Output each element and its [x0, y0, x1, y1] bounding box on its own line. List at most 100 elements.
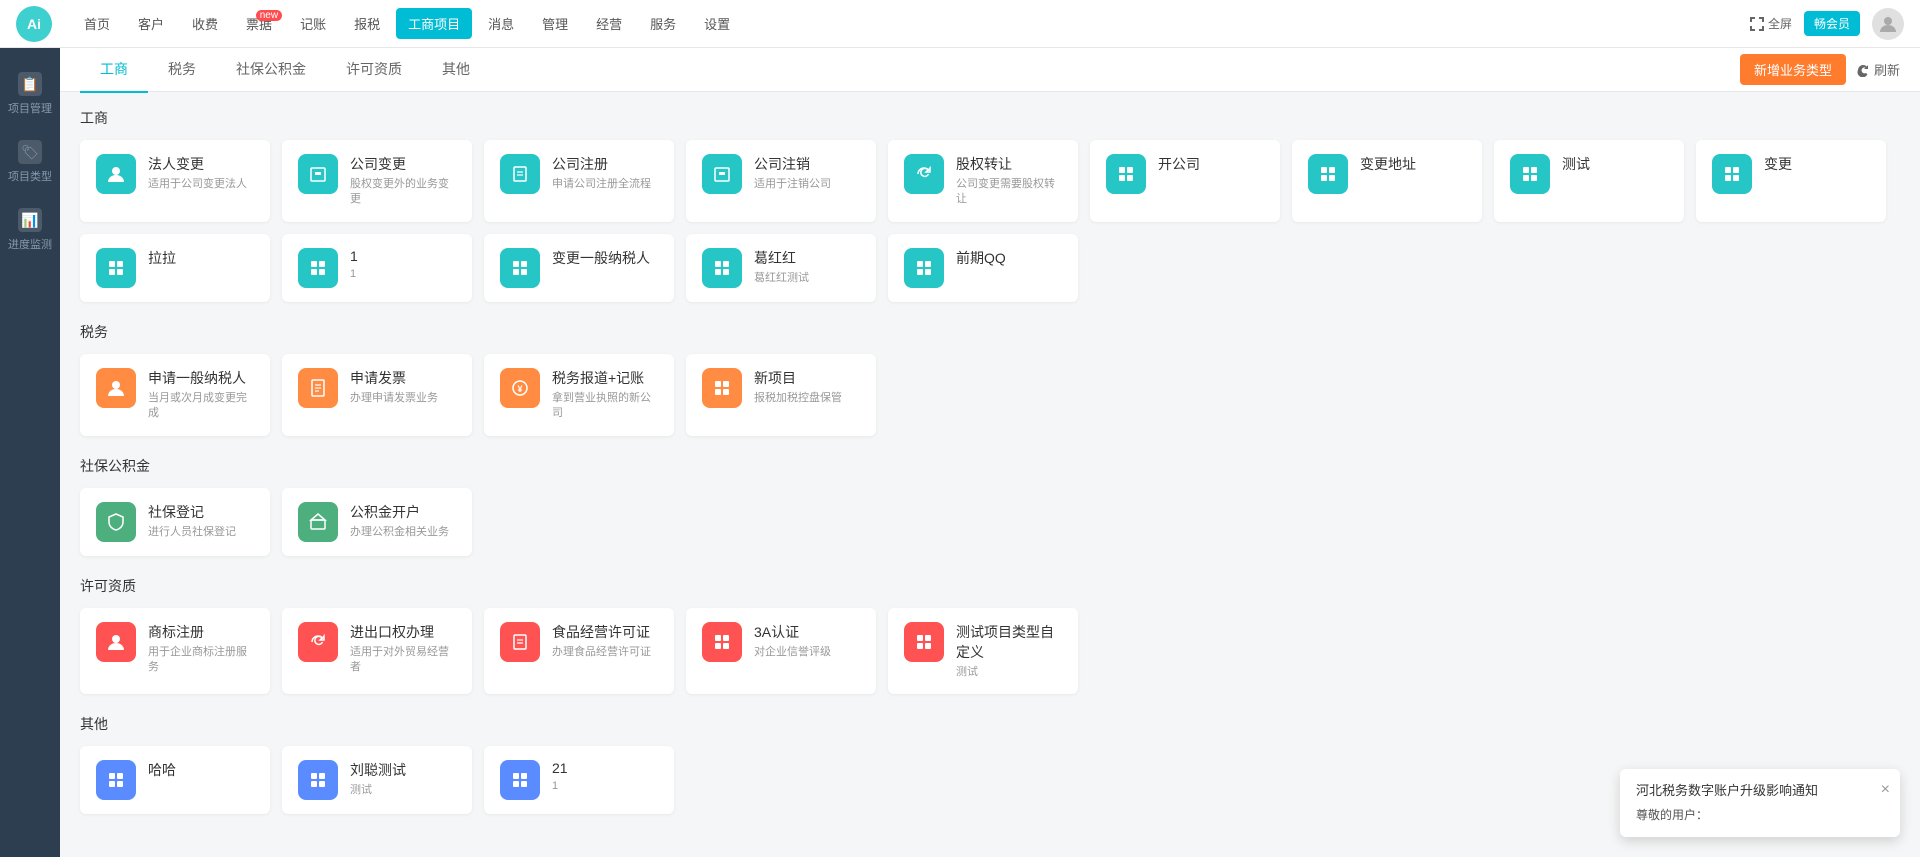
nav-item-票据[interactable]: 票据new [234, 8, 284, 39]
tab-其他[interactable]: 其他 [422, 47, 490, 93]
card-icon-食品经营许可证 [500, 622, 540, 662]
card-text-前期QQ: 前期QQ [956, 248, 1006, 268]
nav-item-服务[interactable]: 服务 [638, 8, 688, 39]
business-card-变更地址[interactable]: 变更地址 [1292, 140, 1482, 222]
business-card-21[interactable]: 21 1 [484, 746, 674, 814]
section-title-税务: 税务 [80, 322, 1900, 342]
card-name-公司注销: 公司注销 [754, 154, 831, 174]
card-text-变更地址: 变更地址 [1360, 154, 1416, 174]
card-icon-变更一般纳税人 [500, 248, 540, 288]
business-card-测试项目类型自定义[interactable]: 测试项目类型自定义 测试 [888, 608, 1078, 694]
logo-text: Ai [27, 16, 41, 32]
card-desc-税务报道+记账: 拿到营业执照的新公司 [552, 391, 658, 422]
tab-税务[interactable]: 税务 [148, 47, 216, 93]
card-text-哈哈: 哈哈 [148, 760, 176, 780]
nav-item-首页[interactable]: 首页 [72, 8, 122, 39]
card-name-测试项目类型自定义: 测试项目类型自定义 [956, 622, 1062, 662]
card-name-测试: 测试 [1562, 154, 1590, 174]
card-icon-哈哈 [96, 760, 136, 800]
refresh-button[interactable]: 刷新 [1856, 60, 1900, 79]
nav-item-收费[interactable]: 收费 [180, 8, 230, 39]
card-name-公司注册: 公司注册 [552, 154, 651, 174]
business-card-商标注册[interactable]: 商标注册 用于企业商标注册服务 [80, 608, 270, 694]
business-card-社保登记[interactable]: 社保登记 进行人员社保登记 [80, 488, 270, 556]
card-name-开公司: 开公司 [1158, 154, 1200, 174]
card-text-食品经营许可证: 食品经营许可证 办理食品经营许可证 [552, 622, 651, 660]
fullscreen-btn[interactable]: 全屏 [1750, 15, 1792, 32]
nav-badge-票据: new [256, 10, 282, 21]
business-card-进出口权办理[interactable]: 进出口权办理 适用于对外贸易经营者 [282, 608, 472, 694]
sidebar-label-1: 项目类型 [8, 168, 52, 184]
card-icon-公积金开户 [298, 502, 338, 542]
business-card-公司变更[interactable]: 公司变更 股权变更外的业务变更 [282, 140, 472, 222]
business-card-法人变更[interactable]: 法人变更 适用于公司变更法人 [80, 140, 270, 222]
card-desc-葛红红: 葛红红测试 [754, 271, 809, 286]
business-card-测试[interactable]: 测试 [1494, 140, 1684, 222]
business-card-申请发票[interactable]: 申请发票 办理申请发票业务 [282, 354, 472, 436]
card-name-刘聪测试: 刘聪测试 [350, 760, 406, 780]
card-desc-1: 1 [350, 267, 358, 282]
card-desc-股权转让: 公司变更需要股权转让 [956, 177, 1062, 208]
business-card-开公司[interactable]: 开公司 [1090, 140, 1280, 222]
card-grid-税务: 申请一般纳税人 当月或次月成变更完成 申请发票 办理申请发票业务 ¥ 税务报道+… [80, 354, 1900, 436]
business-card-公司注销[interactable]: 公司注销 适用于注销公司 [686, 140, 876, 222]
card-desc-测试项目类型自定义: 测试 [956, 665, 1062, 680]
avatar[interactable] [1872, 8, 1904, 40]
nav-items: 首页客户收费票据new记账报税工商项目消息管理经营服务设置 [72, 8, 1750, 39]
card-text-公司注销: 公司注销 适用于注销公司 [754, 154, 831, 192]
card-icon-测试项目类型自定义 [904, 622, 944, 662]
business-card-1[interactable]: 1 1 [282, 234, 472, 302]
tab-社保公积金[interactable]: 社保公积金 [216, 47, 326, 93]
business-card-葛红红[interactable]: 葛红红 葛红红测试 [686, 234, 876, 302]
card-name-公积金开户: 公积金开户 [350, 502, 449, 522]
business-card-新项目[interactable]: 新项目 报税加税控盘保管 [686, 354, 876, 436]
card-grid-许可资质: 商标注册 用于企业商标注册服务 进出口权办理 适用于对外贸易经营者 食品经营许可… [80, 608, 1900, 694]
card-text-社保登记: 社保登记 进行人员社保登记 [148, 502, 236, 540]
card-icon-社保登记 [96, 502, 136, 542]
card-icon-测试 [1510, 154, 1550, 194]
member-button[interactable]: 畅会员 [1804, 11, 1860, 36]
tab-工商[interactable]: 工商 [80, 47, 148, 93]
sidebar-item-0[interactable]: 📋 项目管理 [0, 60, 60, 128]
card-desc-社保登记: 进行人员社保登记 [148, 525, 236, 540]
card-desc-公司变更: 股权变更外的业务变更 [350, 177, 456, 208]
business-card-前期QQ[interactable]: 前期QQ [888, 234, 1078, 302]
business-card-公司注册[interactable]: 公司注册 申请公司注册全流程 [484, 140, 674, 222]
section-title-工商: 工商 [80, 108, 1900, 128]
section-税务: 税务 申请一般纳税人 当月或次月成变更完成 申请发票 办理申请发票业务 ¥ 税务… [80, 322, 1900, 436]
logo[interactable]: Ai [16, 6, 52, 42]
business-card-变更[interactable]: 变更 [1696, 140, 1886, 222]
card-grid-工商: 法人变更 适用于公司变更法人 公司变更 股权变更外的业务变更 公司注册 申请公司… [80, 140, 1900, 302]
business-card-股权转让[interactable]: 股权转让 公司变更需要股权转让 [888, 140, 1078, 222]
business-card-3A认证[interactable]: 3A认证 对企业信誉评级 [686, 608, 876, 694]
card-name-公司变更: 公司变更 [350, 154, 456, 174]
card-name-新项目: 新项目 [754, 368, 842, 388]
business-card-拉拉[interactable]: 拉拉 [80, 234, 270, 302]
nav-item-客户[interactable]: 客户 [126, 8, 176, 39]
card-name-前期QQ: 前期QQ [956, 248, 1006, 268]
card-name-葛红红: 葛红红 [754, 248, 809, 268]
business-card-税务报道+记账[interactable]: ¥ 税务报道+记账 拿到营业执照的新公司 [484, 354, 674, 436]
card-text-刘聪测试: 刘聪测试 测试 [350, 760, 406, 798]
notification-close-button[interactable]: × [1881, 777, 1890, 803]
business-card-公积金开户[interactable]: 公积金开户 办理公积金相关业务 [282, 488, 472, 556]
nav-item-消息[interactable]: 消息 [476, 8, 526, 39]
nav-item-记账[interactable]: 记账 [288, 8, 338, 39]
sidebar-item-2[interactable]: 📊 进度监测 [0, 196, 60, 264]
nav-item-工商项目[interactable]: 工商项目 [396, 8, 472, 39]
business-card-食品经营许可证[interactable]: 食品经营许可证 办理食品经营许可证 [484, 608, 674, 694]
card-desc-进出口权办理: 适用于对外贸易经营者 [350, 645, 456, 676]
tab-许可资质[interactable]: 许可资质 [326, 47, 422, 93]
business-card-刘聪测试[interactable]: 刘聪测试 测试 [282, 746, 472, 814]
business-card-申请一般纳税人[interactable]: 申请一般纳税人 当月或次月成变更完成 [80, 354, 270, 436]
nav-item-设置[interactable]: 设置 [692, 8, 742, 39]
nav-item-报税[interactable]: 报税 [342, 8, 392, 39]
nav-item-经营[interactable]: 经营 [584, 8, 634, 39]
business-card-哈哈[interactable]: 哈哈 [80, 746, 270, 814]
nav-item-管理[interactable]: 管理 [530, 8, 580, 39]
sidebar-item-1[interactable]: 🏷 项目类型 [0, 128, 60, 196]
card-name-股权转让: 股权转让 [956, 154, 1062, 174]
new-business-type-button[interactable]: 新增业务类型 [1740, 54, 1846, 85]
sidebar-label-0: 项目管理 [8, 100, 52, 116]
business-card-变更一般纳税人[interactable]: 变更一般纳税人 [484, 234, 674, 302]
